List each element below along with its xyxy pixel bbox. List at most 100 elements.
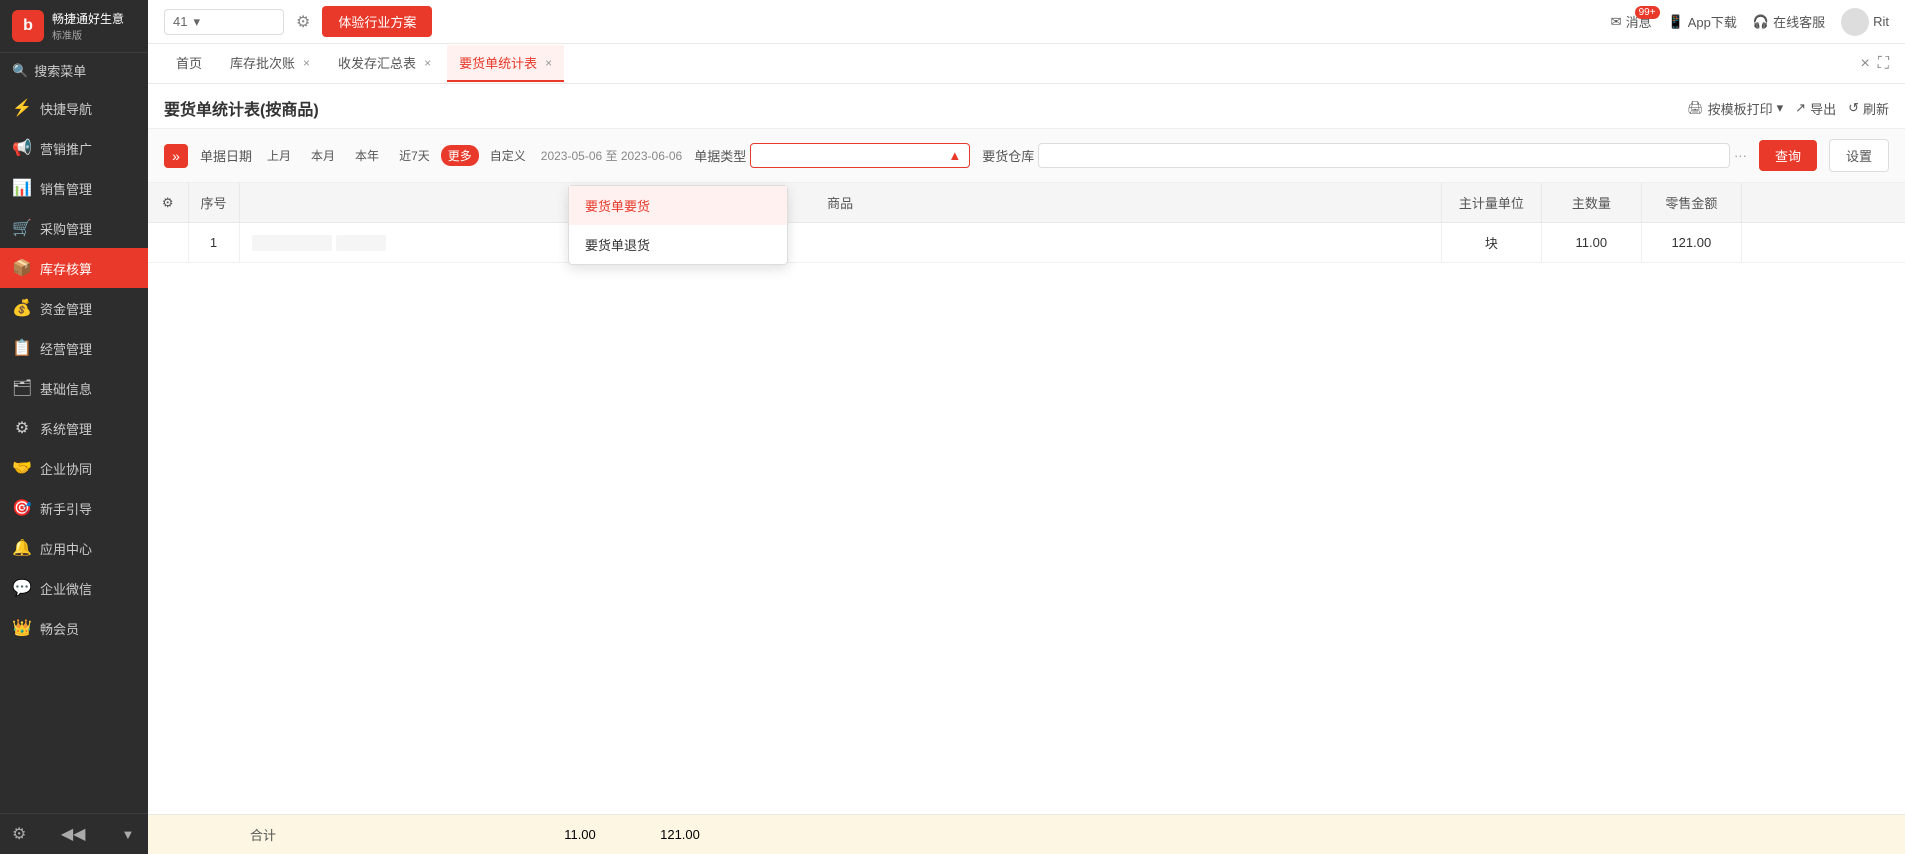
sidebar-item-app-center[interactable]: 🔔 应用中心 [0, 528, 148, 568]
date-tab-custom[interactable]: 自定义 [481, 144, 535, 167]
export-label: 导出 [1810, 99, 1836, 118]
tab-close-icon[interactable]: × [545, 56, 552, 70]
maximize-button[interactable]: ⛶ [1878, 55, 1889, 73]
sidebar-item-quick-nav[interactable]: ⚡ 快捷导航 [0, 88, 148, 128]
close-all-tabs-button[interactable]: × [1860, 55, 1869, 73]
date-tab-this-year[interactable]: 本年 [346, 144, 388, 167]
warehouse-filter-label: 要货仓库 [982, 146, 1034, 165]
sidebar-item-label: 新手引导 [40, 499, 92, 518]
table-header-row: ⚙ 序号 商品 主计量单位 主数量 零售金额 [148, 183, 1905, 223]
date-tab-last-month[interactable]: 上月 [258, 144, 300, 167]
query-button[interactable]: 查询 [1759, 140, 1817, 171]
print-button[interactable]: 🖨 按模板打印 ▾ [1687, 99, 1783, 118]
chevron-down-icon: ▾ [1777, 100, 1784, 116]
col-unit-header: 主计量单位 [1441, 183, 1541, 223]
sidebar-item-marketing[interactable]: 📢 营销推广 [0, 128, 148, 168]
tab-receive-summary[interactable]: 收发存汇总表 × [326, 45, 443, 82]
type-select[interactable]: ▲ [750, 143, 970, 168]
warehouse-input[interactable] [1038, 143, 1730, 168]
logo: b 畅捷通好生意 标准版 [0, 0, 148, 53]
online-service-link[interactable]: 🎧 在线客服 [1753, 12, 1825, 31]
sidebar: b 畅捷通好生意 标准版 🔍 搜索菜单 ⚡ 快捷导航 📢 营销推广 📊 销售管理… [0, 0, 148, 854]
sidebar-item-label: 采购管理 [40, 219, 92, 238]
date-tab-more[interactable]: 更多 [441, 145, 479, 166]
sidebar-item-label: 应用中心 [40, 539, 92, 558]
tab-inventory-batch[interactable]: 库存批次账 × [218, 45, 322, 82]
refresh-icon: ↺ [1848, 100, 1859, 116]
sidebar-item-sales[interactable]: 📊 销售管理 [0, 168, 148, 208]
app-download-label: App下载 [1688, 12, 1737, 31]
export-button[interactable]: ↗ 导出 [1795, 99, 1836, 118]
settings-icon[interactable]: ⚙ [12, 824, 26, 844]
sidebar-item-label: 畅会员 [40, 619, 79, 638]
page-title: 要货单统计表(按商品) [164, 96, 319, 120]
date-tabs: 上月 本月 本年 近7天 更多 自定义 [258, 144, 535, 167]
sidebar-item-purchase[interactable]: 🛒 采购管理 [0, 208, 148, 248]
user-menu[interactable]: Rit [1841, 8, 1889, 36]
trial-button[interactable]: 体验行业方案 [322, 6, 432, 37]
search-icon: 🔍 [12, 63, 28, 79]
app-download-link[interactable]: 📱 App下载 [1668, 12, 1737, 31]
main-content: 41 ▾ ⚙ 体验行业方案 ✉ 消息 99+ 📱 App下载 🎧 在线客服 Ri… [148, 0, 1905, 854]
finance-icon: 💰 [12, 298, 32, 318]
print-icon: 🖨 [1687, 100, 1704, 116]
inventory-icon: 📦 [12, 258, 32, 278]
app-center-icon: 🔔 [12, 538, 32, 558]
refresh-button[interactable]: ↺ 刷新 [1848, 99, 1889, 118]
tab-close-icon[interactable]: × [303, 56, 310, 70]
warehouse-filter-group: 要货仓库 ··· [982, 143, 1747, 168]
sidebar-item-finance[interactable]: 💰 资金管理 [0, 288, 148, 328]
sidebar-item-label: 系统管理 [40, 419, 92, 438]
cell-extra [1741, 223, 1905, 263]
sidebar-item-label: 资金管理 [40, 299, 92, 318]
org-selector[interactable]: 41 ▾ [164, 9, 284, 35]
tab-label: 要货单统计表 [459, 53, 537, 72]
date-tab-this-month[interactable]: 本月 [302, 144, 344, 167]
sidebar-item-member[interactable]: 👑 畅会员 [0, 608, 148, 648]
data-table: ⚙ 序号 商品 主计量单位 主数量 零售金额 1 [148, 183, 1905, 263]
gear-icon[interactable]: ⚙ [296, 12, 310, 32]
collapse-icon[interactable]: ◀◀ [61, 824, 86, 844]
tab-home[interactable]: 首页 [164, 45, 214, 82]
expand-filter-button[interactable]: » [164, 144, 188, 168]
guide-icon: 🎯 [12, 498, 32, 518]
sidebar-bottom: ⚙ ◀◀ ▼ [0, 813, 148, 854]
table-footer: 合计 11.00 121.00 [148, 814, 1905, 854]
footer-amount: 121.00 [660, 827, 700, 842]
sidebar-item-wechat[interactable]: 💬 企业微信 [0, 568, 148, 608]
page-area: 要货单统计表(按商品) 🖨 按模板打印 ▾ ↗ 导出 ↺ 刷新 » [148, 84, 1905, 854]
date-tab-7days[interactable]: 近7天 [390, 144, 439, 167]
sidebar-item-guide[interactable]: 🎯 新手引导 [0, 488, 148, 528]
sidebar-item-basics[interactable]: 🗂 基础信息 [0, 368, 148, 408]
tabs-bar: 首页 库存批次账 × 收发存汇总表 × 要货单统计表 × × ⛶ [148, 44, 1905, 84]
dropdown-item-order-goods[interactable]: 要货单要货 [569, 186, 787, 225]
cell-qty: 11.00 [1541, 223, 1641, 263]
col-settings-header[interactable]: ⚙ [148, 183, 188, 223]
scroll-down-arrow[interactable]: ▼ [120, 826, 136, 842]
sidebar-item-inventory[interactable]: 📦 库存核算 [0, 248, 148, 288]
warehouse-more-button[interactable]: ··· [1734, 148, 1747, 163]
dropdown-item-order-return[interactable]: 要货单退货 [569, 225, 787, 264]
search-menu[interactable]: 🔍 搜索菜单 [0, 53, 148, 88]
marketing-icon: 📢 [12, 138, 32, 158]
table-wrapper: ⚙ 序号 商品 主计量单位 主数量 零售金额 1 [148, 183, 1905, 814]
sidebar-item-system[interactable]: ⚙ 系统管理 [0, 408, 148, 448]
col-qty-header: 主数量 [1541, 183, 1641, 223]
user-name: Rit [1873, 14, 1889, 29]
sidebar-item-label: 企业微信 [40, 579, 92, 598]
member-icon: 👑 [12, 618, 32, 638]
sidebar-item-operations[interactable]: 📋 经营管理 [0, 328, 148, 368]
refresh-label: 刷新 [1863, 99, 1889, 118]
col-extra-header [1741, 183, 1905, 223]
messages-count: 99+ [1635, 6, 1660, 19]
col-product-header: 商品 [239, 183, 1441, 223]
cell-no: 1 [188, 223, 239, 263]
sidebar-item-enterprise[interactable]: 🤝 企业协同 [0, 448, 148, 488]
logo-name: 畅捷通好生意 [52, 10, 124, 27]
settings-button[interactable]: 设置 [1829, 139, 1889, 172]
topbar-right: ✉ 消息 99+ 📱 App下载 🎧 在线客服 Rit [1611, 8, 1889, 36]
tab-order-summary[interactable]: 要货单统计表 × [447, 45, 564, 82]
sidebar-item-label: 营销推广 [40, 139, 92, 158]
messages-badge[interactable]: ✉ 消息 99+ [1611, 12, 1652, 31]
tab-close-icon[interactable]: × [424, 56, 431, 70]
